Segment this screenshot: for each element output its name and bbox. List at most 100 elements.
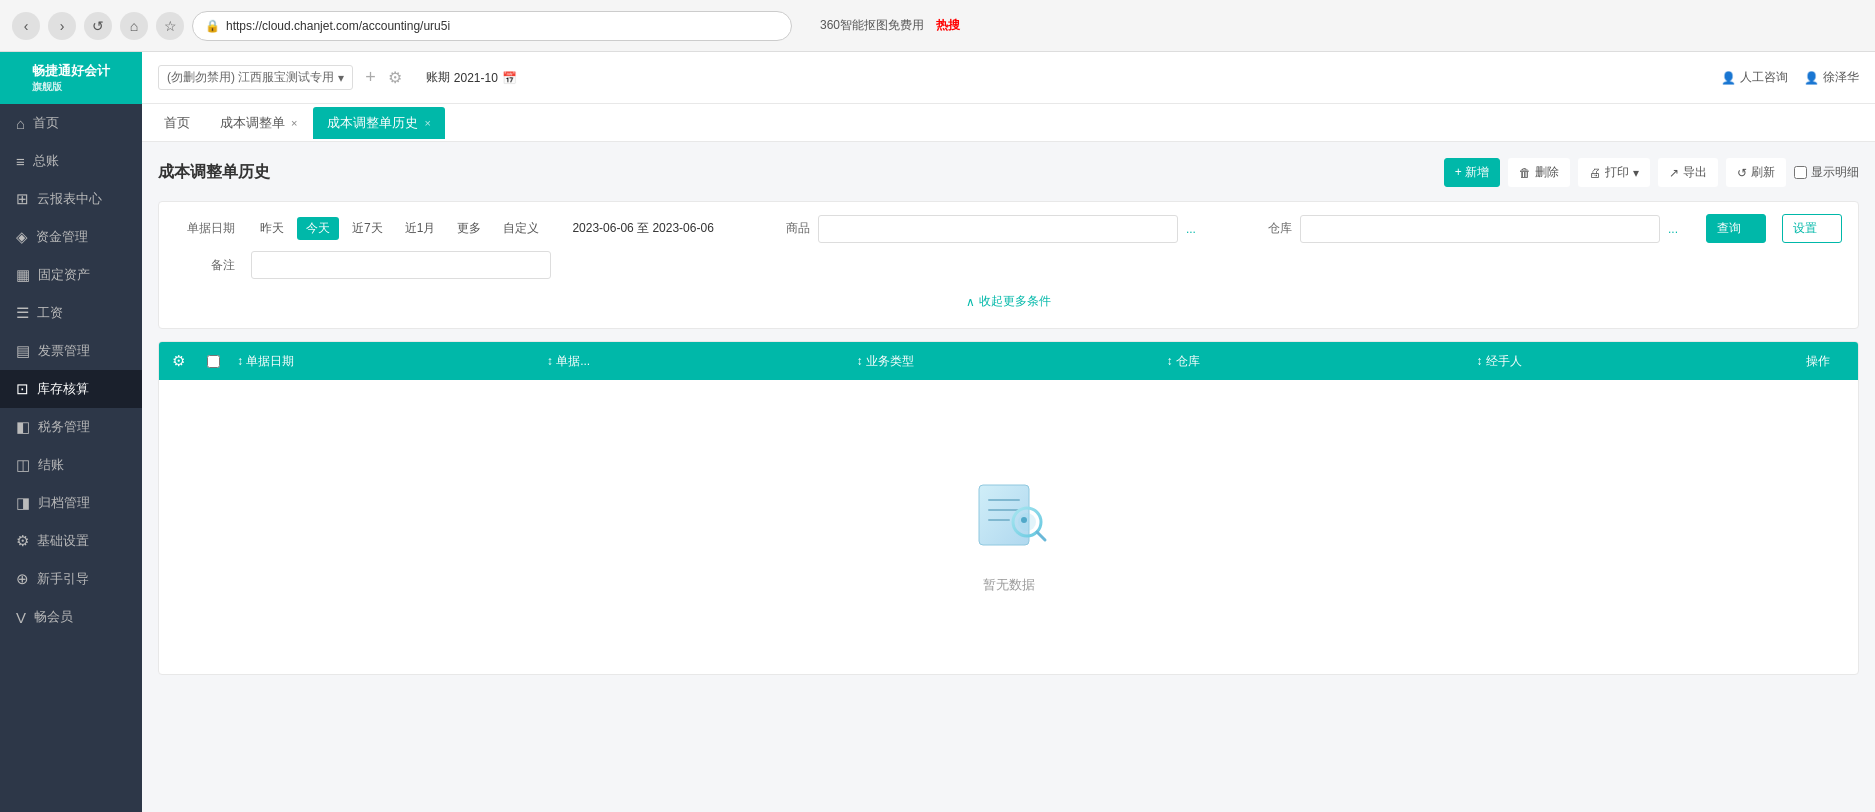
sidebar-label-tax: 税务管理 [38,418,90,436]
filter-row-1: 单据日期 昨天 今天 近7天 近1月 更多 自定义 2023-06-06 至 2… [175,214,1842,243]
sidebar-item-invoices[interactable]: ▤ 发票管理 [0,332,142,370]
print-dropdown-icon: ▾ [1633,166,1639,180]
hot-badge: 热搜 [936,17,960,34]
sidebar-label-payroll: 工资 [37,304,63,322]
empty-state: 暂无数据 [159,380,1858,674]
new-button-label: + 新增 [1455,164,1489,181]
sidebar-item-vip[interactable]: V 畅会员 [0,598,142,636]
date-btn-1month[interactable]: 近1月 [396,217,445,240]
sidebar-item-tax[interactable]: ◧ 税务管理 [0,408,142,446]
user-avatar-icon: 👤 [1804,71,1819,85]
customer-service-button[interactable]: 👤 人工咨询 [1721,69,1788,86]
filter-settings-button[interactable]: 设置 [1782,214,1842,243]
export-button[interactable]: ↗ 导出 [1658,158,1718,187]
logo-main: 畅捷通好会计 [32,62,110,80]
bookmark-button[interactable]: ☆ [156,12,184,40]
refresh-button[interactable]: ↺ [84,12,112,40]
tab-cost-adjust-close[interactable]: × [291,117,297,129]
sidebar-item-guide[interactable]: ⊕ 新手引导 [0,560,142,598]
export-icon: ↗ [1669,166,1679,180]
collapse-button[interactable]: ∧ 收起更多条件 [950,287,1067,316]
tab-cost-adjust-history[interactable]: 成本调整单历史 × [313,107,444,139]
username: 徐泽华 [1823,69,1859,86]
url-text: https://cloud.chanjet.com/accounting/uru… [226,19,450,33]
page-title: 成本调整单历史 [158,162,1444,183]
back-button[interactable]: ‹ [12,12,40,40]
filter-section: 单据日期 昨天 今天 近7天 近1月 更多 自定义 2023-06-06 至 2… [158,201,1859,329]
print-button[interactable]: 🖨 打印 ▾ [1578,158,1650,187]
add-workspace-button[interactable]: + [365,67,376,88]
goods-more-button[interactable]: ... [1186,222,1196,236]
reports-icon: ⊞ [16,190,29,208]
display-toggle[interactable]: 显示明细 [1794,164,1859,181]
settings-icon: ⚙ [16,532,29,550]
sidebar-label-reports: 云报表中心 [37,190,102,208]
delete-button[interactable]: 🗑 删除 [1508,158,1570,187]
sidebar-item-ledger[interactable]: ≡ 总账 [0,142,142,180]
th-biz-type[interactable]: ↕ 业务类型 [849,353,1159,370]
th-handler[interactable]: ↕ 经手人 [1468,353,1778,370]
tab-cost-adjust-history-label: 成本调整单历史 [327,114,418,132]
date-btn-today[interactable]: 今天 [297,217,339,240]
sidebar-item-inventory[interactable]: ⊡ 库存核算 [0,370,142,408]
url-bar[interactable]: 🔒 https://cloud.chanjet.com/accounting/u… [192,11,792,41]
fixed-assets-icon: ▦ [16,266,30,284]
tab-cost-adjust[interactable]: 成本调整单 × [206,107,311,139]
goods-filter-input[interactable] [818,215,1178,243]
lock-icon: 🔒 [205,19,220,33]
date-btn-yesterday[interactable]: 昨天 [251,217,293,240]
user-profile[interactable]: 👤 徐泽华 [1804,69,1859,86]
date-range-display: 2023-06-06 至 2023-06-06 [572,220,713,237]
warehouse-filter-input[interactable] [1300,215,1660,243]
home-button[interactable]: ⌂ [120,12,148,40]
th-handler-label: ↕ 经手人 [1476,353,1521,370]
table-select-all[interactable] [197,355,229,368]
service-icon: 👤 [1721,71,1736,85]
table-settings-icon[interactable]: ⚙ [159,352,197,370]
date-btn-custom[interactable]: 自定义 [494,217,548,240]
header-period: 账期 2021-10 📅 [426,69,517,86]
select-all-checkbox[interactable] [207,355,220,368]
filter-row-2: 备注 [175,251,1842,279]
th-number[interactable]: ↕ 单据... [539,353,849,370]
workspace-selector[interactable]: (勿删勿禁用) 江西服宝测试专用 ▾ [158,65,353,90]
header-right: 👤 人工咨询 👤 徐泽华 [1721,69,1859,86]
tab-home[interactable]: 首页 [150,107,204,139]
tab-cost-adjust-history-close[interactable]: × [424,117,430,129]
query-button[interactable]: 查询 [1706,214,1766,243]
calendar-icon[interactable]: 📅 [502,71,517,85]
new-button[interactable]: + 新增 [1444,158,1500,187]
sidebar-label-home: 首页 [33,114,59,132]
sidebar-logo: 畅捷通好会计 旗舰版 [0,52,142,104]
sidebar-item-closing[interactable]: ◫ 结账 [0,446,142,484]
sidebar-item-archive[interactable]: ◨ 归档管理 [0,484,142,522]
closing-icon: ◫ [16,456,30,474]
sidebar-item-reports[interactable]: ⊞ 云报表中心 [0,180,142,218]
th-warehouse-label: ↕ 仓库 [1166,353,1199,370]
remark-input[interactable] [251,251,551,279]
sidebar-item-settings[interactable]: ⚙ 基础设置 [0,522,142,560]
sidebar-item-funds[interactable]: ◈ 资金管理 [0,218,142,256]
sidebar-item-payroll[interactable]: ☰ 工资 [0,294,142,332]
refresh-button[interactable]: ↺ 刷新 [1726,158,1786,187]
remark-label: 备注 [175,257,235,274]
vip-icon: V [16,609,26,626]
sidebar-label-funds: 资金管理 [36,228,88,246]
th-warehouse[interactable]: ↕ 仓库 [1158,353,1468,370]
sidebar-item-fixed-assets[interactable]: ▦ 固定资产 [0,256,142,294]
page-body: 成本调整单历史 + 新增 🗑 删除 🖨 打印 ▾ ↗ [142,142,1875,812]
filter-settings-label: 设置 [1793,220,1817,237]
export-button-label: 导出 [1683,164,1707,181]
main-content: (勿删勿禁用) 江西服宝测试专用 ▾ + ⚙ 账期 2021-10 📅 👤 人工… [142,52,1875,812]
display-toggle-checkbox[interactable] [1794,166,1807,179]
delete-icon: 🗑 [1519,166,1531,180]
main-sidebar: 畅捷通好会计 旗舰版 ⌂ 首页 ≡ 总账 ⊞ 云报表中心 ◈ 资金管理 ▦ 固定… [0,52,142,812]
settings-gear-icon[interactable]: ⚙ [388,68,402,87]
forward-button[interactable]: › [48,12,76,40]
sidebar-item-home[interactable]: ⌂ 首页 [0,104,142,142]
warehouse-more-button[interactable]: ... [1668,222,1678,236]
th-date[interactable]: ↕ 单据日期 [229,353,539,370]
date-btn-more[interactable]: 更多 [448,217,490,240]
collapse-up-icon: ∧ [966,295,975,309]
date-btn-7days[interactable]: 近7天 [343,217,392,240]
